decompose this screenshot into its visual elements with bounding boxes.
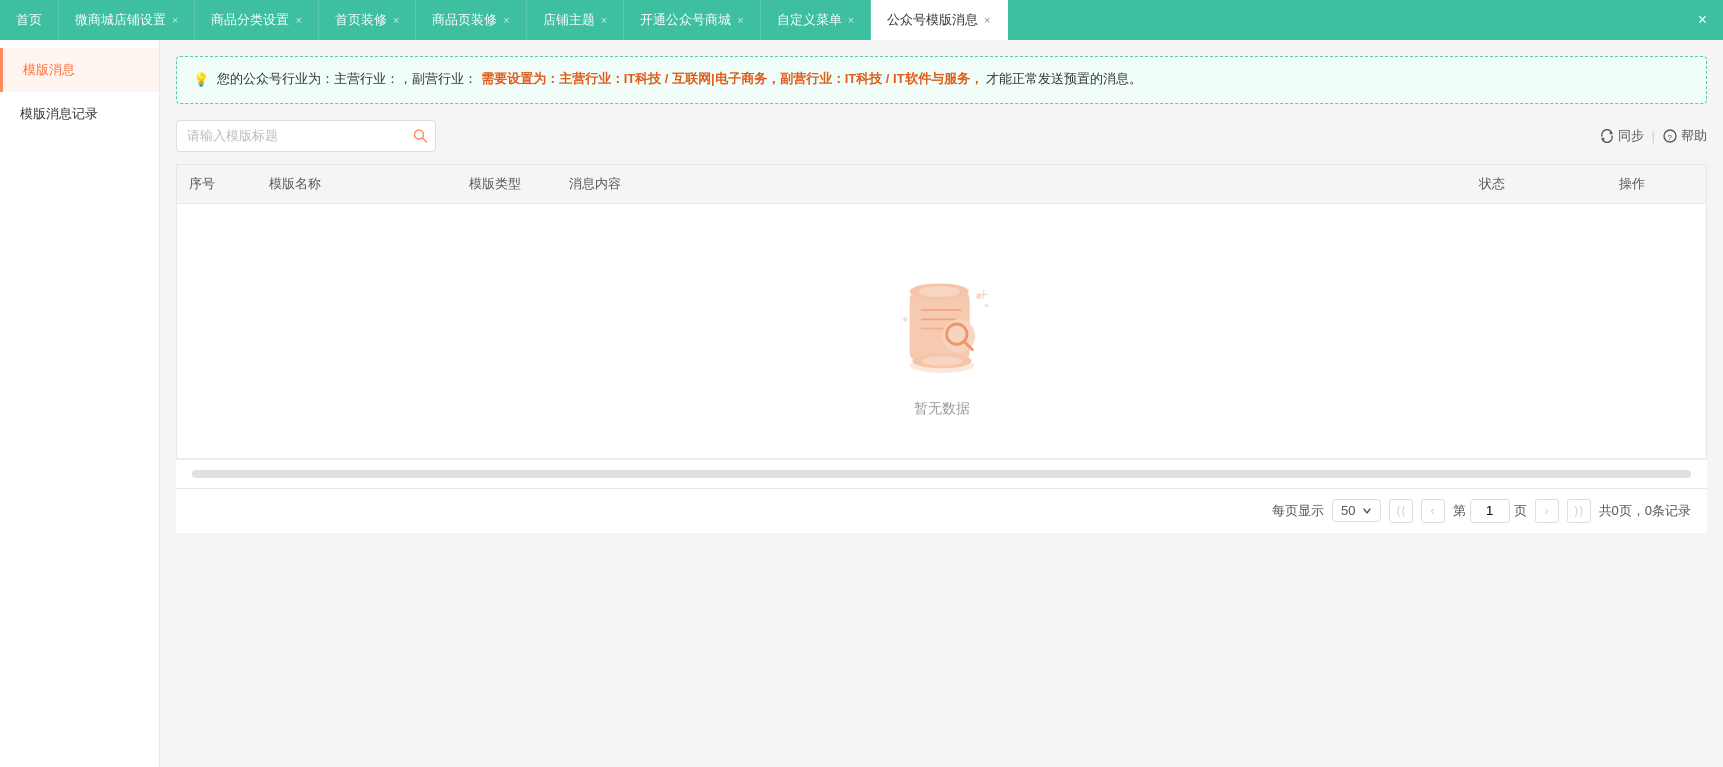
svg-line-1 (423, 138, 427, 142)
scrollbar-row (176, 459, 1707, 488)
notice-highlight: 需要设置为：主营行业：IT科技 / 互联网|电子商务，副营行业：IT科技 / I… (481, 71, 983, 86)
nav-category-close[interactable]: × (295, 14, 301, 26)
search-button[interactable] (413, 128, 428, 143)
page-unit: 页 (1514, 502, 1527, 520)
notice-text: 您的公众号行业为：主营行业：，副营行业： 需要设置为：主营行业：IT科技 / 互… (217, 69, 1142, 90)
toolbar-divider: | (1652, 128, 1655, 143)
empty-state-row: 暂无数据 (177, 203, 1707, 458)
nav-homepage-dec-label: 首页装修 (335, 11, 387, 29)
top-nav: 首页 微商城店铺设置 × 商品分类设置 × 首页装修 × 商品页装修 × 店铺主… (0, 0, 1723, 40)
first-page-icon: ⟨⟨ (1396, 504, 1406, 518)
nav-template-msg-close[interactable]: × (984, 14, 990, 26)
table-header-row: 序号 模版名称 模版类型 消息内容 状态 操作 (177, 164, 1707, 203)
nav-store-theme[interactable]: 店铺主题 × (527, 0, 624, 40)
sync-button[interactable]: 同步 (1600, 127, 1644, 145)
notice-box: 💡 您的公众号行业为：主营行业：，副营行业： 需要设置为：主营行业：IT科技 /… (176, 56, 1707, 104)
sidebar-item-template-msg-record[interactable]: 模版消息记录 (0, 92, 159, 136)
first-page-button[interactable]: ⟨⟨ (1389, 499, 1413, 523)
sync-label: 同步 (1618, 127, 1644, 145)
per-page-label: 每页显示 (1272, 502, 1324, 520)
next-page-button[interactable]: › (1535, 499, 1559, 523)
col-header-seq: 序号 (177, 164, 257, 203)
nav-category-label: 商品分类设置 (211, 11, 289, 29)
search-input[interactable] (176, 120, 436, 152)
col-header-content: 消息内容 (557, 164, 1467, 203)
close-all-button[interactable]: × (1682, 0, 1723, 40)
nav-category[interactable]: 商品分类设置 × (195, 0, 318, 40)
total-info: 共0页，0条记录 (1599, 502, 1691, 520)
nav-product-dec-label: 商品页装修 (432, 11, 497, 29)
pagination-bar: 每页显示 50 ⟨⟨ ‹ 第 页 › ⟩⟩ (176, 488, 1707, 533)
notice-prefix: 您的公众号行业为：主营行业：，副营行业： (217, 71, 477, 86)
nav-homepage-dec-close[interactable]: × (393, 14, 399, 26)
nav-template-msg[interactable]: 公众号模版消息 × (871, 0, 1007, 40)
col-header-name: 模版名称 (257, 164, 457, 203)
per-page-value: 50 (1341, 503, 1355, 518)
fake-scrollbar[interactable] (192, 470, 1691, 478)
nav-custom-menu-label: 自定义菜单 (777, 11, 842, 29)
col-header-status: 状态 (1467, 164, 1607, 203)
prev-page-icon: ‹ (1431, 504, 1435, 518)
nav-template-msg-label: 公众号模版消息 (887, 11, 978, 29)
nav-store-theme-close[interactable]: × (601, 14, 607, 26)
next-page-icon: › (1545, 504, 1549, 518)
nav-open-mall-close[interactable]: × (737, 14, 743, 26)
nav-homepage-dec[interactable]: 首页装修 × (319, 0, 416, 40)
help-button[interactable]: ? 帮助 (1663, 127, 1707, 145)
nav-custom-menu[interactable]: 自定义菜单 × (761, 0, 871, 40)
page-input-wrap: 第 页 (1453, 499, 1527, 523)
col-header-action: 操作 (1607, 164, 1707, 203)
nav-product-dec[interactable]: 商品页装修 × (416, 0, 526, 40)
nav-product-dec-close[interactable]: × (503, 14, 509, 26)
empty-text: 暂无数据 (914, 400, 970, 418)
last-page-icon: ⟩⟩ (1574, 504, 1584, 518)
bulb-icon: 💡 (193, 70, 209, 91)
sidebar-item-template-msg[interactable]: 模版消息 (0, 48, 159, 92)
nav-open-mall[interactable]: 开通公众号商城 × (624, 0, 760, 40)
svg-point-7 (918, 286, 959, 297)
main-layout: 模版消息 模版消息记录 💡 您的公众号行业为：主营行业：，副营行业： 需要设置为… (0, 40, 1723, 767)
sync-icon (1600, 129, 1614, 143)
page-label: 第 (1453, 502, 1466, 520)
last-page-button[interactable]: ⟩⟩ (1567, 499, 1591, 523)
nav-home-label: 首页 (16, 11, 42, 29)
notice-suffix: 才能正常发送预置的消息。 (986, 71, 1142, 86)
search-icon (413, 128, 428, 143)
svg-point-17 (984, 303, 988, 307)
sidebar-item-template-msg-record-label: 模版消息记录 (20, 105, 98, 123)
toolbar-right: 同步 | ? 帮助 (1600, 127, 1707, 145)
nav-microshop-label: 微商城店铺设置 (75, 11, 166, 29)
svg-point-9 (921, 356, 962, 365)
sidebar: 模版消息 模版消息记录 (0, 40, 160, 767)
chevron-down-icon (1362, 506, 1372, 516)
help-icon: ? (1663, 129, 1677, 143)
col-header-type: 模版类型 (457, 164, 557, 203)
per-page-select[interactable]: 50 (1332, 499, 1380, 522)
data-table: 序号 模版名称 模版类型 消息内容 状态 操作 (176, 164, 1707, 459)
table-container: 序号 模版名称 模版类型 消息内容 状态 操作 (176, 164, 1707, 488)
svg-text:?: ? (1668, 132, 1673, 141)
search-input-wrap (176, 120, 436, 152)
nav-home[interactable]: 首页 (0, 0, 59, 40)
nav-store-theme-label: 店铺主题 (543, 11, 595, 29)
page-input[interactable] (1470, 499, 1510, 523)
nav-microshop-close[interactable]: × (172, 14, 178, 26)
empty-state: 暂无数据 (177, 204, 1706, 458)
help-label: 帮助 (1681, 127, 1707, 145)
prev-page-button[interactable]: ‹ (1421, 499, 1445, 523)
nav-open-mall-label: 开通公众号商城 (640, 11, 731, 29)
content-area: 💡 您的公众号行业为：主营行业：，副营行业： 需要设置为：主营行业：IT科技 /… (160, 40, 1723, 767)
search-bar: 同步 | ? 帮助 (176, 120, 1707, 152)
nav-microshop[interactable]: 微商城店铺设置 × (59, 0, 195, 40)
empty-illustration (882, 264, 1002, 384)
svg-point-18 (902, 317, 907, 322)
nav-custom-menu-close[interactable]: × (848, 14, 854, 26)
sidebar-item-template-msg-label: 模版消息 (23, 61, 75, 79)
